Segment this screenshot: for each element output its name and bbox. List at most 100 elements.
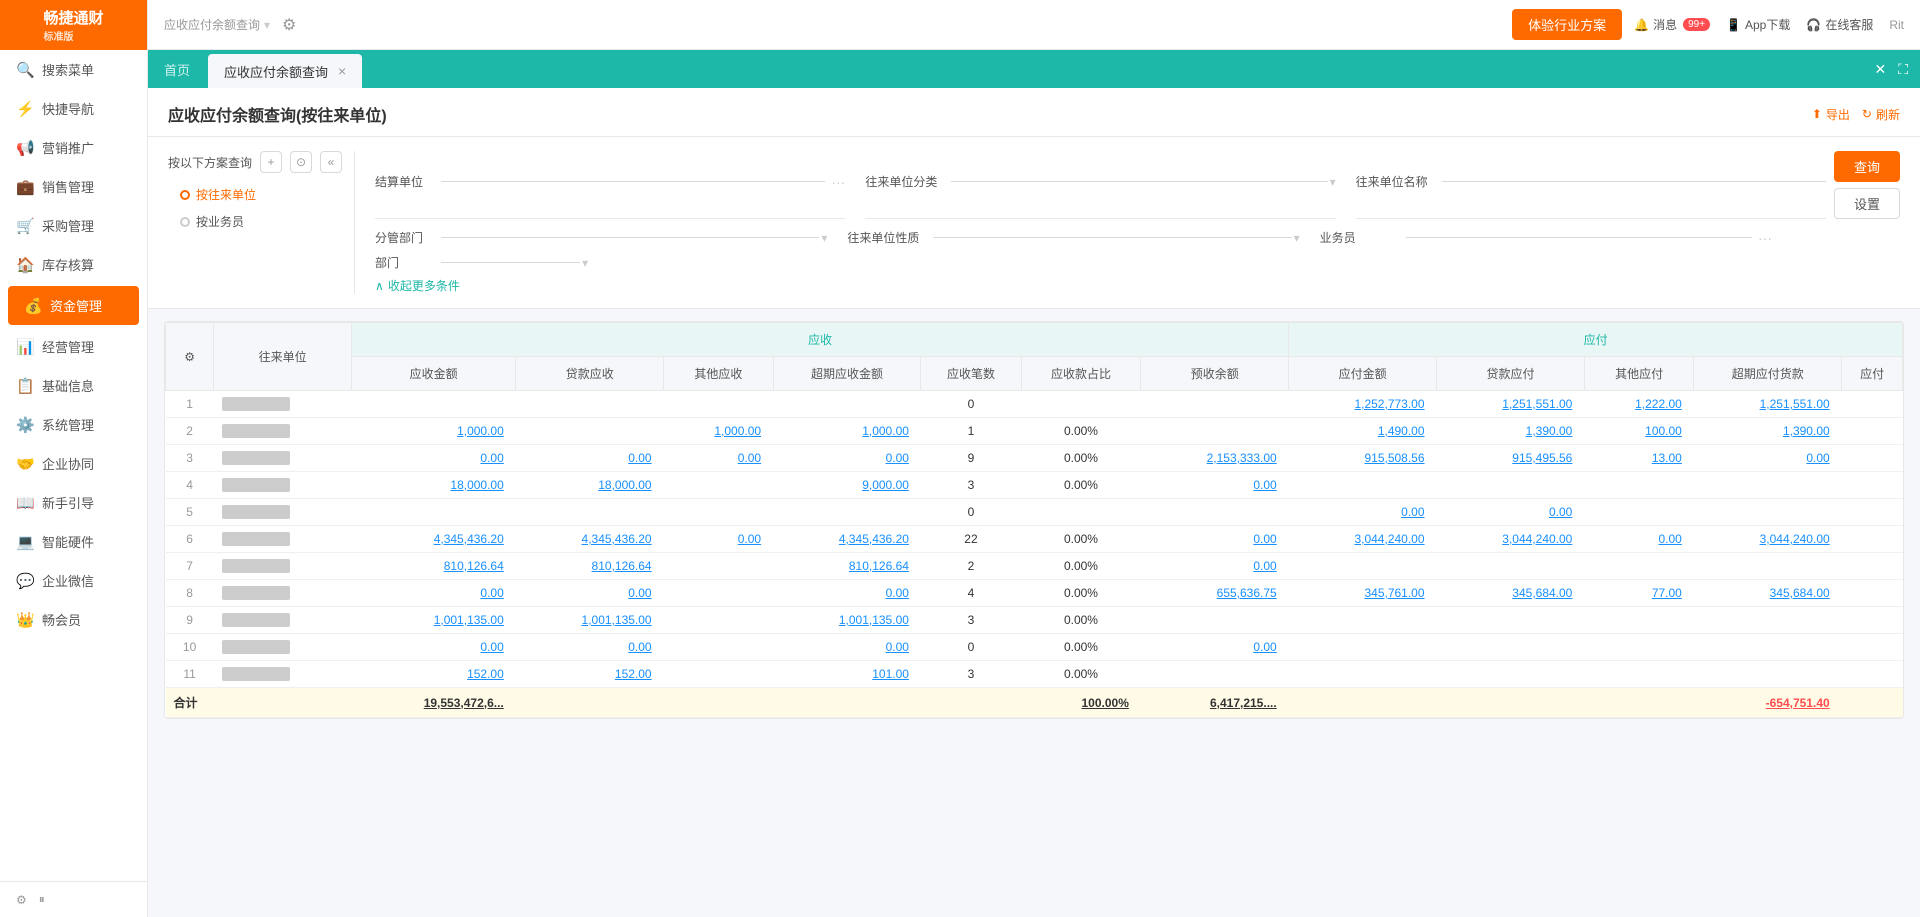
row-loan-receivable[interactable]: 0.00 bbox=[516, 580, 664, 607]
row-other-payable[interactable]: 77.00 bbox=[1584, 580, 1693, 607]
set-button[interactable]: 设置 bbox=[1834, 188, 1900, 219]
row-receivable-amount[interactable] bbox=[352, 499, 516, 526]
row-advance-balance[interactable] bbox=[1141, 607, 1289, 634]
row-other-payable[interactable] bbox=[1584, 499, 1693, 526]
maximize-icon[interactable]: ⛶ bbox=[1898, 61, 1908, 78]
row-payable-amount[interactable]: 345,761.00 bbox=[1289, 580, 1437, 607]
refresh-button[interactable]: ↻ 刷新 bbox=[1862, 106, 1900, 123]
row-payable-amount[interactable]: 0.00 bbox=[1289, 499, 1437, 526]
row-loan-payable[interactable] bbox=[1437, 661, 1585, 688]
messages-action[interactable]: 🔔 消息 99+ bbox=[1634, 16, 1710, 33]
row-receivable-amount[interactable]: 0.00 bbox=[352, 445, 516, 472]
row-other-receivable[interactable] bbox=[664, 472, 773, 499]
row-loan-receivable[interactable]: 152.00 bbox=[516, 661, 664, 688]
row-receivable-amount[interactable]: 152.00 bbox=[352, 661, 516, 688]
row-other-payable[interactable]: 1,222.00 bbox=[1584, 391, 1693, 418]
row-overdue-receivable[interactable] bbox=[773, 499, 921, 526]
row-loan-receivable[interactable]: 18,000.00 bbox=[516, 472, 664, 499]
row-overdue-receivable[interactable]: 1,000.00 bbox=[773, 418, 921, 445]
row-other-receivable[interactable]: 0.00 bbox=[664, 445, 773, 472]
row-loan-payable[interactable]: 3,044,240.00 bbox=[1437, 526, 1585, 553]
sidebar-item-2[interactable]: 📢营销推广 bbox=[0, 128, 147, 167]
row-other-receivable[interactable] bbox=[664, 607, 773, 634]
collapse-filter-button[interactable]: ∧ 收起更多条件 bbox=[375, 277, 460, 294]
sidebar-item-13[interactable]: 💬企业微信 bbox=[0, 561, 147, 600]
row-loan-payable[interactable] bbox=[1437, 634, 1585, 661]
row-advance-balance[interactable]: 0.00 bbox=[1141, 553, 1289, 580]
sidebar-item-8[interactable]: 📋基础信息 bbox=[0, 366, 147, 405]
edit-scheme-btn[interactable]: ⊙ bbox=[290, 151, 312, 173]
row-loan-payable[interactable] bbox=[1437, 553, 1585, 580]
row-payable-amount[interactable] bbox=[1289, 634, 1437, 661]
sidebar-item-3[interactable]: 💼销售管理 bbox=[0, 167, 147, 206]
row-advance-balance[interactable]: 0.00 bbox=[1141, 526, 1289, 553]
query-button[interactable]: 查询 bbox=[1834, 151, 1900, 182]
row-overdue-payable[interactable] bbox=[1694, 634, 1842, 661]
row-receivable-amount[interactable]: 4,345,436.20 bbox=[352, 526, 516, 553]
row-receivable-amount[interactable]: 810,126.64 bbox=[352, 553, 516, 580]
settings-icon[interactable]: ⚙ bbox=[16, 893, 27, 907]
row-other-receivable[interactable] bbox=[664, 391, 773, 418]
row-overdue-payable[interactable]: 0.00 bbox=[1694, 445, 1842, 472]
row-overdue-payable[interactable] bbox=[1694, 661, 1842, 688]
sidebar-item-4[interactable]: 🛒采购管理 bbox=[0, 206, 147, 245]
row-other-receivable[interactable]: 0.00 bbox=[664, 526, 773, 553]
row-other-receivable[interactable] bbox=[664, 634, 773, 661]
row-receivable-amount[interactable]: 1,001,135.00 bbox=[352, 607, 516, 634]
row-other-payable[interactable] bbox=[1584, 661, 1693, 688]
row-loan-receivable[interactable]: 0.00 bbox=[516, 445, 664, 472]
row-payable-amount[interactable]: 3,044,240.00 bbox=[1289, 526, 1437, 553]
row-other-receivable[interactable] bbox=[664, 580, 773, 607]
row-overdue-receivable[interactable]: 810,126.64 bbox=[773, 553, 921, 580]
sidebar-item-11[interactable]: 📖新手引导 bbox=[0, 483, 147, 522]
row-overdue-receivable[interactable]: 101.00 bbox=[773, 661, 921, 688]
row-advance-balance[interactable] bbox=[1141, 499, 1289, 526]
app-download-action[interactable]: 📱 App下载 bbox=[1726, 16, 1790, 33]
settings-gear-icon[interactable]: ⚙ bbox=[282, 15, 296, 35]
row-payable-amount[interactable]: 1,490.00 bbox=[1289, 418, 1437, 445]
row-loan-payable[interactable]: 1,251,551.00 bbox=[1437, 391, 1585, 418]
tab-ar-ap[interactable]: 应收应付余额查询 × bbox=[208, 54, 362, 88]
row-overdue-payable[interactable]: 3,044,240.00 bbox=[1694, 526, 1842, 553]
row-advance-balance[interactable] bbox=[1141, 661, 1289, 688]
row-loan-receivable[interactable] bbox=[516, 499, 664, 526]
row-overdue-receivable[interactable]: 0.00 bbox=[773, 580, 921, 607]
total-overdue-payable[interactable]: -654,751.40 bbox=[1694, 688, 1842, 718]
row-loan-payable[interactable] bbox=[1437, 472, 1585, 499]
row-other-receivable[interactable]: 1,000.00 bbox=[664, 418, 773, 445]
sidebar-item-10[interactable]: 🤝企业协同 bbox=[0, 444, 147, 483]
row-advance-balance[interactable]: 0.00 bbox=[1141, 634, 1289, 661]
row-other-payable[interactable]: 13.00 bbox=[1584, 445, 1693, 472]
dept-manager-chevron[interactable]: ▾ bbox=[821, 231, 827, 245]
row-other-payable[interactable]: 0.00 bbox=[1584, 526, 1693, 553]
row-loan-receivable[interactable]: 4,345,436.20 bbox=[516, 526, 664, 553]
row-advance-balance[interactable]: 655,636.75 bbox=[1141, 580, 1289, 607]
tab-home[interactable]: 首页 bbox=[148, 50, 208, 88]
row-receivable-amount[interactable]: 1,000.00 bbox=[352, 418, 516, 445]
row-loan-payable[interactable]: 345,684.00 bbox=[1437, 580, 1585, 607]
row-advance-balance[interactable]: 0.00 bbox=[1141, 472, 1289, 499]
row-loan-payable[interactable]: 915,495.56 bbox=[1437, 445, 1585, 472]
row-advance-balance[interactable]: 2,153,333.00 bbox=[1141, 445, 1289, 472]
row-overdue-payable[interactable]: 345,684.00 bbox=[1694, 580, 1842, 607]
row-overdue-payable[interactable]: 1,251,551.00 bbox=[1694, 391, 1842, 418]
row-advance-balance[interactable] bbox=[1141, 391, 1289, 418]
sidebar-item-12[interactable]: 💻智能硬件 bbox=[0, 522, 147, 561]
row-receivable-amount[interactable]: 18,000.00 bbox=[352, 472, 516, 499]
row-overdue-receivable[interactable] bbox=[773, 391, 921, 418]
row-payable-amount[interactable] bbox=[1289, 607, 1437, 634]
row-receivable-amount[interactable]: 0.00 bbox=[352, 634, 516, 661]
row-loan-receivable[interactable] bbox=[516, 391, 664, 418]
row-other-payable[interactable] bbox=[1584, 553, 1693, 580]
row-other-payable[interactable] bbox=[1584, 634, 1693, 661]
online-service-action[interactable]: 🎧 在线客服 bbox=[1806, 16, 1873, 33]
row-loan-receivable[interactable]: 810,126.64 bbox=[516, 553, 664, 580]
row-overdue-receivable[interactable]: 0.00 bbox=[773, 634, 921, 661]
collapse-icon[interactable]: ⏸ bbox=[39, 892, 45, 907]
total-receivable-amount[interactable]: 19,553,472,6... bbox=[352, 688, 516, 718]
row-overdue-receivable[interactable]: 0.00 bbox=[773, 445, 921, 472]
row-loan-payable[interactable]: 1,390.00 bbox=[1437, 418, 1585, 445]
row-payable-amount[interactable] bbox=[1289, 661, 1437, 688]
row-loan-payable[interactable] bbox=[1437, 607, 1585, 634]
row-other-payable[interactable] bbox=[1584, 472, 1693, 499]
